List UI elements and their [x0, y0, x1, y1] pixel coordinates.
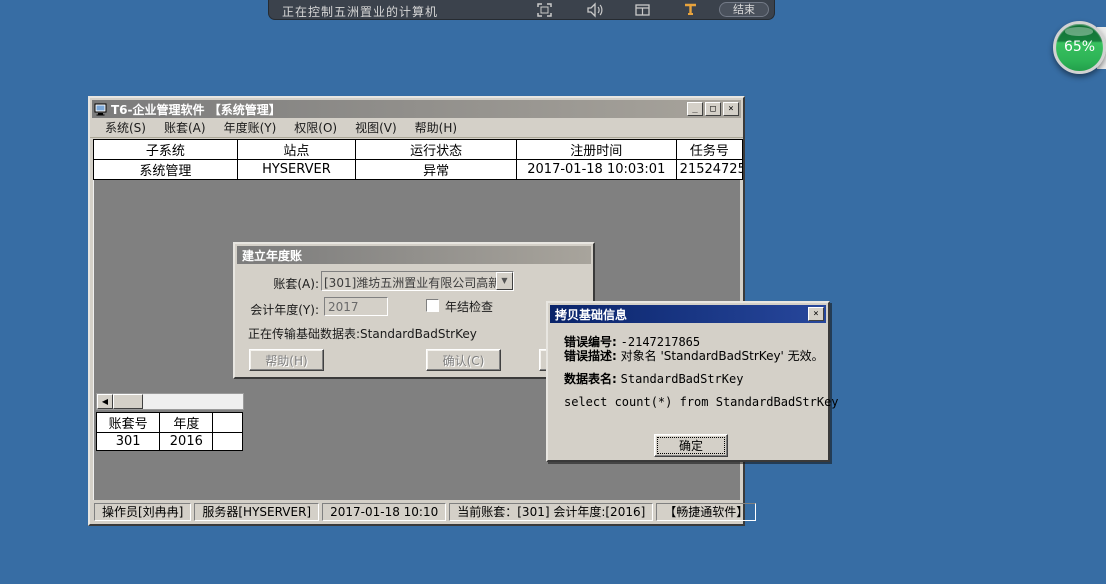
close-button[interactable]: × [723, 102, 739, 116]
menu-annual[interactable]: 年度账(Y) [215, 117, 286, 138]
error-desc-label: 错误描述: [564, 349, 617, 363]
new-window-icon[interactable] [634, 2, 651, 18]
status-current-accountset: 当前账套：[301] 会计年度:[2016] [449, 503, 654, 521]
status-vendor: 【畅捷通软件】 [656, 503, 757, 521]
col-status: 运行状态 [355, 139, 517, 160]
col-subsystem: 子系统 [93, 139, 238, 160]
account-label: 账套(A): [273, 277, 319, 291]
menubar: 系统(S) 账套(A) 年度账(Y) 权限(O) 视图(V) 帮助(H) [90, 118, 743, 138]
year-end-check-label: 年结检查 [445, 300, 494, 314]
col-site: 站点 [236, 139, 357, 160]
fiscal-year-input[interactable]: 2017 [324, 297, 388, 316]
col-regtime: 注册时间 [515, 139, 677, 160]
accountset-table: 账套号 年度 301 2016 [95, 412, 243, 451]
table-name-label: 数据表名: [564, 372, 617, 386]
cell-taskno: 21524725 [675, 159, 744, 180]
main-window-title: T6-企业管理软件 【系统管理】 [111, 102, 281, 117]
speaker-icon[interactable] [586, 2, 603, 18]
end-session-button[interactable]: 结束 [719, 2, 769, 17]
year-dialog-title: 建立年度账 [242, 248, 303, 263]
scroll-left-button[interactable]: ◀ [97, 394, 113, 409]
cell-regtime: 2017-01-18 10:03:01 [515, 159, 677, 180]
menu-accountset[interactable]: 账套(A) [155, 117, 215, 138]
col-accountset-no: 账套号 [95, 412, 161, 433]
menu-help[interactable]: 帮助(H) [406, 117, 466, 138]
connection-icon[interactable] [682, 2, 699, 18]
error-dialog-title: 拷贝基础信息 [555, 307, 628, 322]
close-icon[interactable]: × [808, 307, 824, 321]
accountset-row[interactable]: 301 2016 [95, 432, 243, 451]
maximize-button[interactable]: □ [705, 102, 721, 116]
performance-ball[interactable]: 65% [1053, 21, 1106, 74]
year-end-check-checkbox[interactable] [426, 299, 439, 312]
performance-value: 65% [1063, 39, 1096, 55]
cell-status: 异常 [355, 159, 517, 180]
account-combobox-value: [301]潍坊五洲置业有限公司高新[ [324, 276, 496, 290]
remote-status-text: 正在控制五洲置业的计算机 [282, 5, 439, 19]
menu-view[interactable]: 视图(V) [346, 117, 406, 138]
year-dialog-titlebar: 建立年度账 [237, 246, 591, 264]
status-datetime: 2017-01-18 10:10 [322, 503, 447, 521]
cell-year: 2016 [159, 432, 214, 451]
process-row[interactable]: 系统管理 HYSERVER 异常 2017-01-18 10:03:01 215… [93, 159, 744, 180]
app-icon [94, 103, 108, 116]
scrollbar-thumb[interactable] [113, 394, 143, 409]
accountset-header-row: 账套号 年度 [95, 412, 243, 433]
menu-system[interactable]: 系统(S) [96, 117, 155, 138]
create-annual-account-dialog: 建立年度账 账套(A): [301]潍坊五洲置业有限公司高新[ ▼ 会计年度(Y… [233, 242, 595, 379]
col-year: 年度 [159, 412, 214, 433]
cell-accountset-no: 301 [95, 432, 161, 451]
confirm-button[interactable]: 确认(C) [426, 349, 501, 371]
status-server: 服务器[HYSERVER] [194, 503, 320, 521]
transfer-progress-text: 正在传输基础数据表:StandardBadStrKey [248, 327, 477, 341]
copy-basic-info-error-dialog: 拷贝基础信息 × 错误编号: -2147217865 错误描述: 对象名 'St… [546, 301, 839, 462]
menu-permission[interactable]: 权限(O) [285, 117, 346, 138]
cell-subsystem: 系统管理 [93, 159, 238, 180]
account-combobox[interactable]: [301]潍坊五洲置业有限公司高新[ ▼ [321, 271, 514, 291]
cell-site: HYSERVER [236, 159, 357, 180]
error-desc-value: 对象名 'StandardBadStrKey' 无效。 [620, 349, 824, 363]
main-window-titlebar: T6-企业管理软件 【系统管理】 _ □ × [92, 100, 741, 118]
col-empty [212, 412, 243, 433]
process-header-row: 子系统 站点 运行状态 注册时间 任务号 [93, 139, 744, 160]
help-button[interactable]: 帮助(H) [249, 349, 324, 371]
table-name-value: StandardBadStrKey [620, 372, 744, 386]
chevron-down-icon[interactable]: ▼ [496, 272, 513, 290]
error-desc-line: 错误描述: 对象名 'StandardBadStrKey' 无效。 [564, 347, 824, 364]
fullscreen-icon[interactable] [536, 2, 553, 18]
status-operator: 操作员[刘冉冉] [94, 503, 192, 521]
fiscal-year-label: 会计年度(Y): [250, 303, 319, 317]
status-bar: 操作员[刘冉冉] 服务器[HYSERVER] 2017-01-18 10:10 … [92, 502, 757, 522]
remote-control-bar: 正在控制五洲置业的计算机 结束 [268, 0, 775, 20]
sql-text: select count(*) from StandardBadStrKey [564, 395, 839, 409]
ok-button[interactable]: 确定 [654, 434, 728, 457]
col-taskno: 任务号 [675, 139, 744, 160]
error-dialog-titlebar: 拷贝基础信息 × [550, 305, 826, 323]
minimize-button[interactable]: _ [687, 102, 703, 116]
cell-empty [212, 432, 243, 451]
horizontal-scrollbar[interactable]: ◀ [96, 393, 244, 410]
table-name-line: 数据表名: StandardBadStrKey [564, 370, 743, 387]
process-table: 子系统 站点 运行状态 注册时间 任务号 系统管理 HYSERVER 异常 20… [93, 139, 744, 180]
